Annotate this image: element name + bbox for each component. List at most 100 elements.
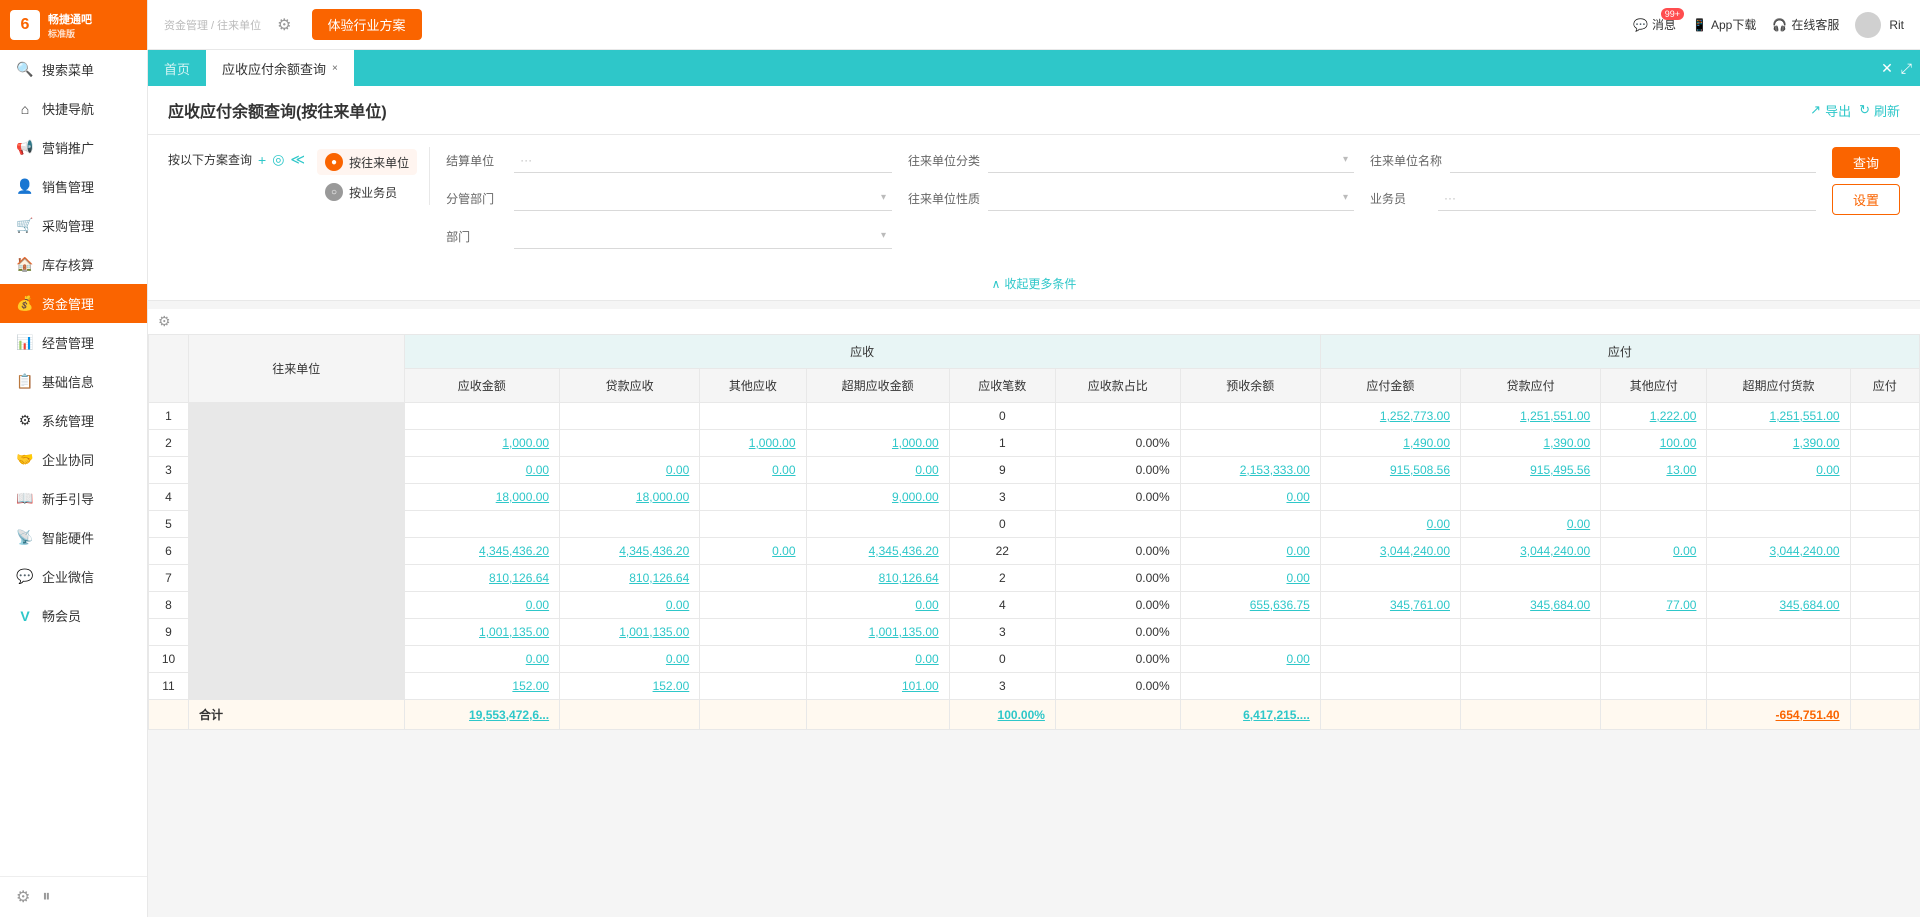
cell-link[interactable]: 1,001,135.00: [404, 619, 560, 646]
tab-close-icon[interactable]: ×: [332, 63, 338, 74]
cell-link[interactable]: 0.00: [1707, 457, 1850, 484]
filter-options-icon[interactable]: ◎: [272, 151, 284, 168]
sidebar-item-enterprise[interactable]: 🤝 企业协同: [0, 440, 147, 479]
table-settings-icon[interactable]: ⚙: [158, 313, 171, 330]
sidebar-item-marketing[interactable]: 📢 营销推广: [0, 128, 147, 167]
sidebar-item-inventory[interactable]: 🏠 库存核算: [0, 245, 147, 284]
promo-button[interactable]: 体验行业方案: [312, 9, 422, 40]
cell-link[interactable]: 1,251,551.00: [1707, 403, 1850, 430]
cell-link[interactable]: 0.00: [1180, 538, 1320, 565]
cell-link[interactable]: 18,000.00: [560, 484, 700, 511]
message-button[interactable]: 💬 消息 99+: [1633, 16, 1676, 33]
cell-link[interactable]: 0.00: [560, 646, 700, 673]
sidebar-item-sales[interactable]: 👤 销售管理: [0, 167, 147, 206]
cell-link[interactable]: 0.00: [700, 457, 806, 484]
cell-link[interactable]: 1,390.00: [1707, 430, 1850, 457]
sidebar-item-hardware[interactable]: 📡 智能硬件: [0, 518, 147, 557]
tab-home[interactable]: 首页: [148, 50, 206, 86]
topbar-gear-icon[interactable]: ⚙: [277, 15, 291, 35]
collapse-icon[interactable]: ⏸: [42, 888, 50, 906]
export-button[interactable]: ↗ 导出: [1810, 101, 1851, 120]
settings-icon[interactable]: ⚙: [16, 887, 30, 907]
cell-link[interactable]: 1,251,551.00: [1461, 403, 1601, 430]
tab-query[interactable]: 应收应付余额查询 ×: [206, 50, 354, 86]
cell-link[interactable]: 3,044,240.00: [1461, 538, 1601, 565]
cell-link[interactable]: 345,684.00: [1707, 592, 1850, 619]
cell-link[interactable]: 0.00: [404, 592, 560, 619]
cell-link[interactable]: 1,001,135.00: [806, 619, 949, 646]
cell-link[interactable]: 915,508.56: [1320, 457, 1460, 484]
cell-link[interactable]: 100.00: [1601, 430, 1707, 457]
cell-link[interactable]: 1,000.00: [806, 430, 949, 457]
cell-link[interactable]: 77.00: [1601, 592, 1707, 619]
sidebar-item-wechat[interactable]: 💬 企业微信: [0, 557, 147, 596]
cell-link[interactable]: 810,126.64: [806, 565, 949, 592]
cell-link[interactable]: 1,490.00: [1320, 430, 1460, 457]
sidebar-item-guide[interactable]: 📖 新手引导: [0, 479, 147, 518]
service-button[interactable]: 🎧 在线客服: [1772, 16, 1839, 33]
cell-link[interactable]: 0.00: [806, 646, 949, 673]
cell-link[interactable]: 0.00: [1180, 484, 1320, 511]
cell-link[interactable]: 655,636.75: [1180, 592, 1320, 619]
cell-link[interactable]: 345,684.00: [1461, 592, 1601, 619]
dept-select[interactable]: ▾: [514, 185, 892, 211]
cell-link[interactable]: 1,001,135.00: [560, 619, 700, 646]
query-button[interactable]: 查询: [1832, 147, 1900, 178]
cell-link[interactable]: 0.00: [1320, 511, 1460, 538]
cell-link[interactable]: 1,000.00: [404, 430, 560, 457]
cell-link[interactable]: 0.00: [404, 457, 560, 484]
set-button[interactable]: 设置: [1832, 184, 1900, 215]
cell-link[interactable]: 345,761.00: [1320, 592, 1460, 619]
close-window-icon[interactable]: ✕: [1881, 60, 1893, 77]
refresh-button[interactable]: ↻ 刷新: [1859, 101, 1900, 120]
sidebar-item-basic[interactable]: 📋 基础信息: [0, 362, 147, 401]
sidebar-item-quick[interactable]: ⌂ 快捷导航: [0, 89, 147, 128]
department-select[interactable]: ▾: [514, 223, 892, 249]
cell-link[interactable]: 0.00: [1180, 565, 1320, 592]
cell-link[interactable]: 1,000.00: [700, 430, 806, 457]
cell-link[interactable]: 4,345,436.20: [560, 538, 700, 565]
cell-link[interactable]: 1,390.00: [1461, 430, 1601, 457]
sidebar-item-operation[interactable]: 📊 经营管理: [0, 323, 147, 362]
app-download-button[interactable]: 📱 App下载: [1692, 16, 1756, 33]
cell-link[interactable]: 152.00: [560, 673, 700, 700]
cell-link[interactable]: 4,345,436.20: [404, 538, 560, 565]
cell-link[interactable]: 0.00: [404, 646, 560, 673]
collapse-filter-button[interactable]: ∧ 收起更多条件: [168, 267, 1900, 300]
cell-link[interactable]: 0.00: [1601, 538, 1707, 565]
cell-link[interactable]: 0.00: [806, 592, 949, 619]
total-rec-amount[interactable]: 19,553,472,6...: [404, 700, 560, 730]
sidebar-item-member[interactable]: V 畅会员: [0, 596, 147, 635]
cell-link[interactable]: 0.00: [560, 592, 700, 619]
sidebar-item-system[interactable]: ⚙ 系统管理: [0, 401, 147, 440]
cell-link[interactable]: 1,252,773.00: [1320, 403, 1460, 430]
partner-name-input[interactable]: [1450, 147, 1816, 173]
user-menu[interactable]: Rit: [1855, 12, 1904, 38]
cell-link[interactable]: 0.00: [700, 538, 806, 565]
salesperson-input[interactable]: ···: [1438, 185, 1816, 211]
cell-link[interactable]: 0.00: [1461, 511, 1601, 538]
cell-link[interactable]: 152.00: [404, 673, 560, 700]
cell-link[interactable]: 3,044,240.00: [1707, 538, 1850, 565]
cell-link[interactable]: 0.00: [1180, 646, 1320, 673]
total-rec-advance[interactable]: 6,417,215....: [1180, 700, 1320, 730]
sidebar-item-finance[interactable]: 💰 资金管理: [0, 284, 147, 323]
cell-link[interactable]: 810,126.64: [404, 565, 560, 592]
cell-link[interactable]: 2,153,333.00: [1180, 457, 1320, 484]
sidebar-item-search[interactable]: 🔍 搜索菜单: [0, 50, 147, 89]
filter-collapse-icon[interactable]: ≪: [290, 151, 305, 168]
cell-link[interactable]: 3,044,240.00: [1320, 538, 1460, 565]
partner-category-select[interactable]: ▾: [988, 147, 1354, 173]
add-filter-icon[interactable]: +: [258, 152, 266, 168]
cell-link[interactable]: 915,495.56: [1461, 457, 1601, 484]
total-pay-overdue[interactable]: -654,751.40: [1707, 700, 1850, 730]
settlement-unit-input[interactable]: ···: [514, 147, 892, 173]
cell-link[interactable]: 13.00: [1601, 457, 1707, 484]
cell-link[interactable]: 0.00: [560, 457, 700, 484]
maximize-icon[interactable]: ⤢: [1901, 60, 1912, 77]
cell-link[interactable]: 9,000.00: [806, 484, 949, 511]
cell-link[interactable]: 101.00: [806, 673, 949, 700]
cell-link[interactable]: 4,345,436.20: [806, 538, 949, 565]
partner-nature-select[interactable]: ▾: [988, 185, 1354, 211]
cell-link[interactable]: 18,000.00: [404, 484, 560, 511]
